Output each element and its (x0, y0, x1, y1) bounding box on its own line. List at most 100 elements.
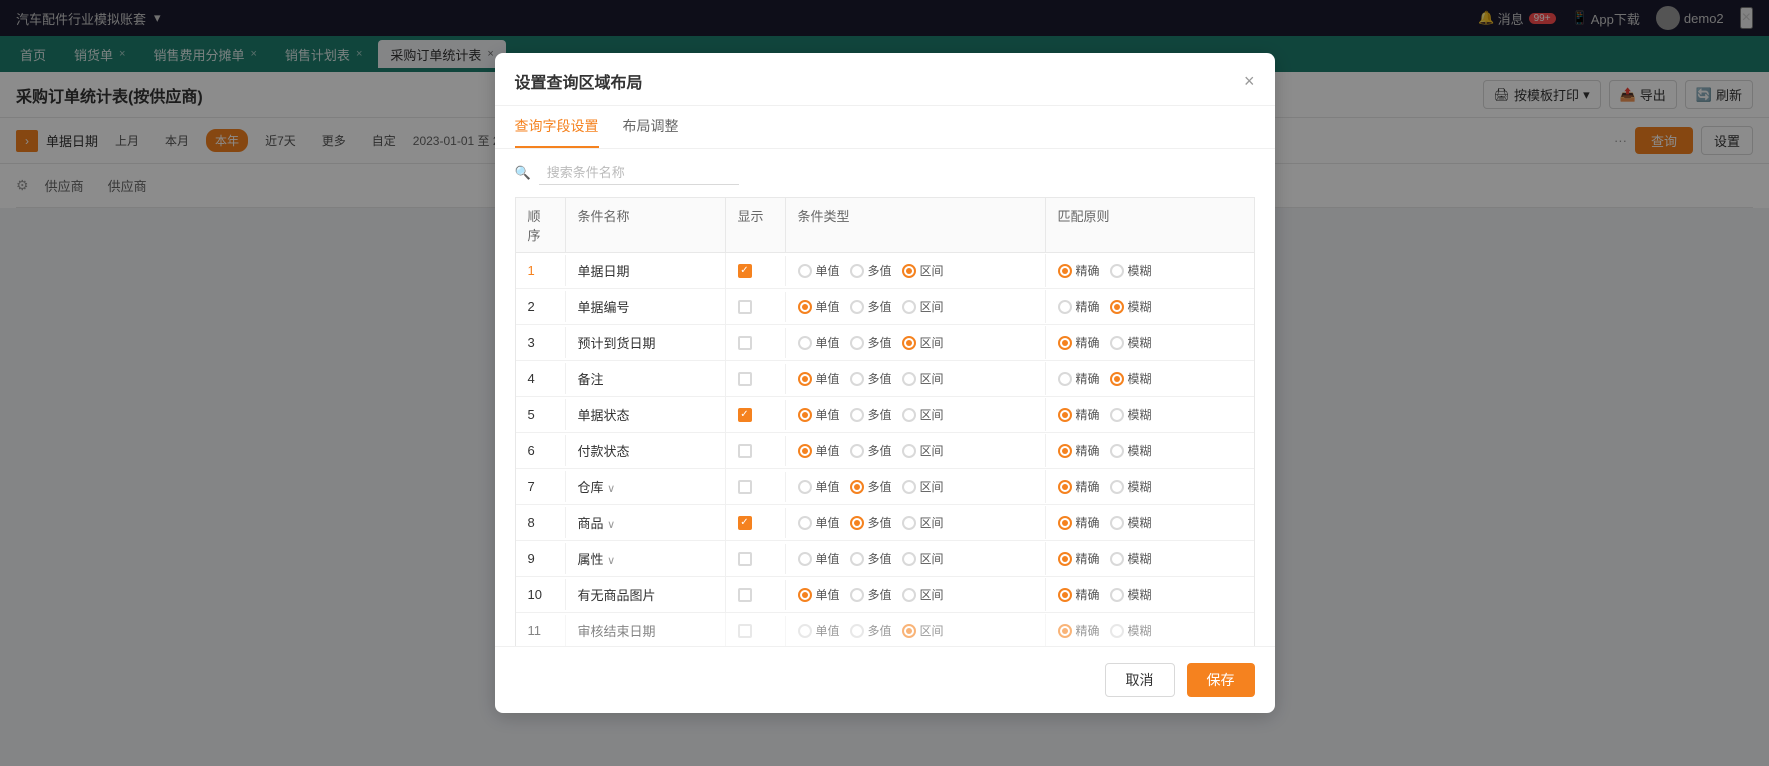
type-single-option[interactable]: 单值 (798, 442, 840, 459)
display-checkbox[interactable] (738, 588, 752, 602)
type-multi-option[interactable]: 多值 (850, 334, 892, 351)
row-display[interactable] (726, 580, 786, 610)
type-single-option[interactable]: 单值 (798, 586, 840, 603)
display-checkbox[interactable] (738, 624, 752, 638)
type-range-radio[interactable] (902, 552, 916, 566)
match-exact-radio[interactable] (1058, 552, 1072, 566)
match-exact-radio[interactable] (1058, 336, 1072, 350)
type-single-radio[interactable] (798, 480, 812, 494)
match-fuzzy-option[interactable]: 模糊 (1110, 514, 1152, 531)
match-fuzzy-radio[interactable] (1110, 552, 1124, 566)
type-multi-radio[interactable] (850, 480, 864, 494)
match-exact-option[interactable]: 精确 (1058, 442, 1100, 459)
tab-query-fields[interactable]: 查询字段设置 (515, 106, 599, 148)
match-fuzzy-option[interactable]: 模糊 (1110, 586, 1152, 603)
type-single-option[interactable]: 单值 (798, 298, 840, 315)
type-multi-option[interactable]: 多值 (850, 550, 892, 567)
type-range-option[interactable]: 区间 (902, 586, 944, 603)
display-checkbox[interactable] (738, 300, 752, 314)
display-checkbox[interactable] (738, 552, 752, 566)
type-multi-option[interactable]: 多值 (850, 370, 892, 387)
match-exact-radio[interactable] (1058, 516, 1072, 530)
type-multi-radio[interactable] (850, 516, 864, 530)
type-range-radio[interactable] (902, 624, 916, 638)
match-exact-option[interactable]: 精确 (1058, 262, 1100, 279)
type-single-option[interactable]: 单值 (798, 622, 840, 639)
type-single-option[interactable]: 单值 (798, 550, 840, 567)
type-single-radio[interactable] (798, 624, 812, 638)
type-range-radio[interactable] (902, 516, 916, 530)
match-fuzzy-radio[interactable] (1110, 336, 1124, 350)
match-exact-radio[interactable] (1058, 264, 1072, 278)
match-fuzzy-radio[interactable] (1110, 408, 1124, 422)
match-exact-radio[interactable] (1058, 588, 1072, 602)
type-range-radio[interactable] (902, 264, 916, 278)
modal-close-button[interactable]: × (1244, 71, 1255, 92)
type-range-radio[interactable] (902, 408, 916, 422)
type-multi-radio[interactable] (850, 552, 864, 566)
type-range-option[interactable]: 区间 (902, 442, 944, 459)
type-range-option[interactable]: 区间 (902, 514, 944, 531)
match-exact-radio[interactable] (1058, 624, 1072, 638)
row-display[interactable] (726, 364, 786, 394)
display-checkbox[interactable] (738, 408, 752, 422)
match-fuzzy-radio[interactable] (1110, 444, 1124, 458)
type-range-radio[interactable] (902, 336, 916, 350)
type-multi-option[interactable]: 多值 (850, 514, 892, 531)
type-single-option[interactable]: 单值 (798, 334, 840, 351)
display-checkbox[interactable] (738, 480, 752, 494)
display-checkbox[interactable] (738, 516, 752, 530)
match-fuzzy-radio[interactable] (1110, 624, 1124, 638)
expand-icon[interactable]: ∨ (607, 555, 615, 567)
type-multi-option[interactable]: 多值 (850, 298, 892, 315)
type-range-option[interactable]: 区间 (902, 478, 944, 495)
match-exact-radio[interactable] (1058, 444, 1072, 458)
type-multi-radio[interactable] (850, 444, 864, 458)
match-fuzzy-option[interactable]: 模糊 (1110, 370, 1152, 387)
type-single-radio[interactable] (798, 300, 812, 314)
match-exact-option[interactable]: 精确 (1058, 550, 1100, 567)
match-exact-option[interactable]: 精确 (1058, 586, 1100, 603)
row-display[interactable] (726, 436, 786, 466)
row-display[interactable] (726, 544, 786, 574)
match-exact-option[interactable]: 精确 (1058, 478, 1100, 495)
type-multi-radio[interactable] (850, 264, 864, 278)
type-multi-radio[interactable] (850, 300, 864, 314)
type-range-radio[interactable] (902, 588, 916, 602)
match-exact-radio[interactable] (1058, 408, 1072, 422)
match-exact-option[interactable]: 精确 (1058, 370, 1100, 387)
type-single-radio[interactable] (798, 336, 812, 350)
type-single-radio[interactable] (798, 516, 812, 530)
match-fuzzy-option[interactable]: 模糊 (1110, 478, 1152, 495)
type-single-radio[interactable] (798, 408, 812, 422)
match-fuzzy-option[interactable]: 模糊 (1110, 442, 1152, 459)
match-fuzzy-option[interactable]: 模糊 (1110, 262, 1152, 279)
type-multi-option[interactable]: 多值 (850, 622, 892, 639)
match-fuzzy-radio[interactable] (1110, 300, 1124, 314)
display-checkbox[interactable] (738, 336, 752, 350)
type-range-radio[interactable] (902, 480, 916, 494)
type-range-option[interactable]: 区间 (902, 622, 944, 639)
display-checkbox[interactable] (738, 444, 752, 458)
match-fuzzy-radio[interactable] (1110, 372, 1124, 386)
expand-icon[interactable]: ∨ (607, 519, 615, 531)
match-exact-radio[interactable] (1058, 480, 1072, 494)
type-single-radio[interactable] (798, 588, 812, 602)
row-display[interactable] (726, 328, 786, 358)
match-fuzzy-option[interactable]: 模糊 (1110, 550, 1152, 567)
match-exact-option[interactable]: 精确 (1058, 298, 1100, 315)
match-fuzzy-radio[interactable] (1110, 264, 1124, 278)
type-multi-radio[interactable] (850, 624, 864, 638)
type-single-radio[interactable] (798, 444, 812, 458)
save-button[interactable]: 保存 (1187, 663, 1255, 697)
row-display[interactable] (726, 400, 786, 430)
match-fuzzy-radio[interactable] (1110, 516, 1124, 530)
type-range-option[interactable]: 区间 (902, 550, 944, 567)
type-range-option[interactable]: 区间 (902, 370, 944, 387)
type-range-option[interactable]: 区间 (902, 334, 944, 351)
match-fuzzy-option[interactable]: 模糊 (1110, 298, 1152, 315)
display-checkbox[interactable] (738, 372, 752, 386)
type-multi-radio[interactable] (850, 588, 864, 602)
type-range-radio[interactable] (902, 300, 916, 314)
match-exact-option[interactable]: 精确 (1058, 514, 1100, 531)
